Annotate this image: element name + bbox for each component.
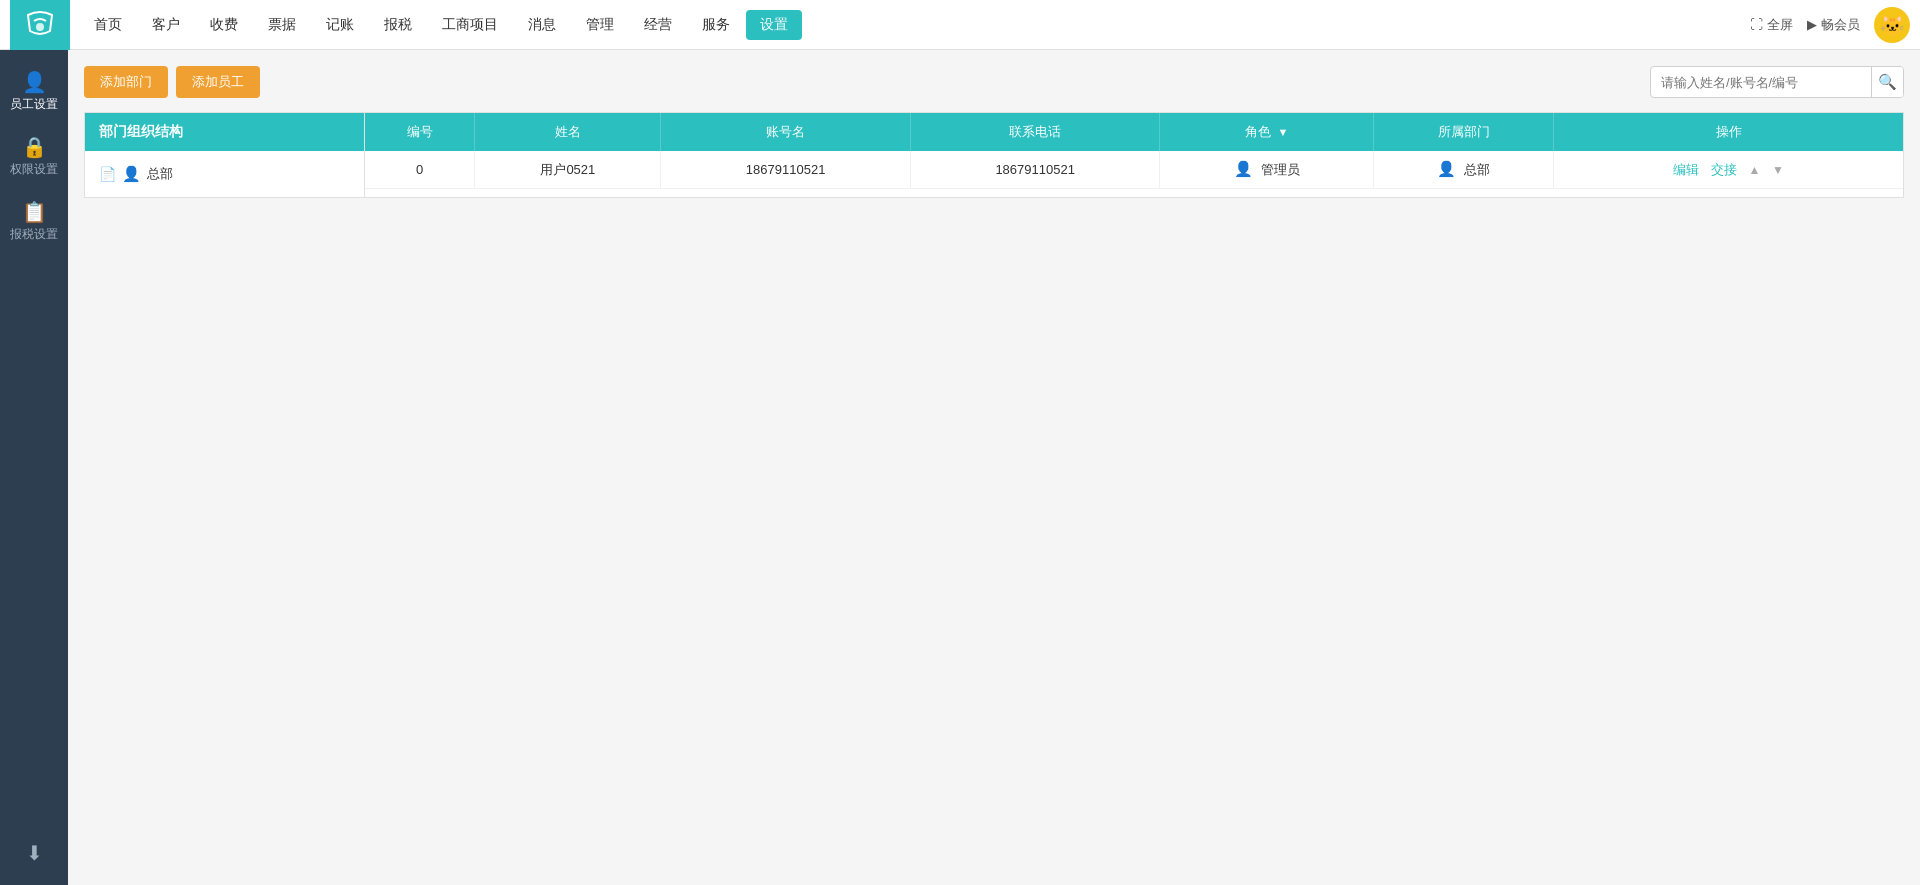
cell-account: 18679110521 bbox=[661, 151, 911, 189]
sidebar-bottom: ⬇ bbox=[0, 831, 68, 885]
fullscreen-label: 全屏 bbox=[1767, 16, 1793, 34]
sidebar-download-button[interactable]: ⬇ bbox=[0, 831, 68, 875]
file-icon: 📄 bbox=[99, 166, 116, 182]
add-staff-button[interactable]: 添加员工 bbox=[176, 66, 260, 98]
topnav: 首页 客户 收费 票据 记账 报税 工商项目 消息 管理 经营 服务 设置 ⛶ … bbox=[0, 0, 1920, 50]
sidebar-item-employee-label: 员工设置 bbox=[10, 96, 58, 113]
cell-role: 👤 管理员 bbox=[1160, 151, 1374, 189]
permission-icon: 🔒 bbox=[22, 137, 47, 157]
role-label: 管理员 bbox=[1261, 162, 1300, 177]
topnav-right: ⛶ 全屏 ▶ 畅会员 🐱 bbox=[1750, 7, 1910, 43]
topnav-tax[interactable]: 报税 bbox=[370, 10, 426, 40]
dept-tree: 📄 👤 总部 bbox=[85, 151, 364, 197]
add-dept-button[interactable]: 添加部门 bbox=[84, 66, 168, 98]
col-header-dept: 所属部门 bbox=[1374, 113, 1554, 151]
vip-label: 畅会员 bbox=[1821, 16, 1860, 34]
topnav-service[interactable]: 服务 bbox=[688, 10, 744, 40]
topnav-business[interactable]: 工商项目 bbox=[428, 10, 512, 40]
col-header-role[interactable]: 角色 ▼ bbox=[1160, 113, 1374, 151]
cell-name: 用户0521 bbox=[475, 151, 661, 189]
dept-user-icon: 👤 bbox=[122, 165, 141, 183]
cell-id: 0 bbox=[365, 151, 475, 189]
table-header-row: 编号 姓名 账号名 联系电话 角色 ▼ 所属部门 操作 bbox=[365, 113, 1903, 151]
fullscreen-icon: ⛶ bbox=[1750, 17, 1763, 32]
scroll-up-button[interactable]: ▲ bbox=[1744, 161, 1764, 179]
cell-dept: 👤 总部 bbox=[1374, 151, 1554, 189]
left-panel: 部门组织结构 📄 👤 总部 bbox=[85, 113, 365, 197]
app-logo[interactable] bbox=[10, 0, 70, 50]
data-table: 编号 姓名 账号名 联系电话 角色 ▼ 所属部门 操作 bbox=[365, 113, 1903, 189]
topnav-manage[interactable]: 管理 bbox=[572, 10, 628, 40]
search-box: 🔍 bbox=[1650, 66, 1904, 98]
cell-phone: 18679110521 bbox=[910, 151, 1160, 189]
edit-link[interactable]: 编辑 bbox=[1673, 162, 1699, 177]
vip-icon: ▶ bbox=[1807, 17, 1817, 32]
topnav-message[interactable]: 消息 bbox=[514, 10, 570, 40]
vip-button[interactable]: ▶ 畅会员 bbox=[1807, 16, 1860, 34]
content-area: 添加部门 添加员工 🔍 部门组织结构 📄 👤 总部 bbox=[68, 50, 1920, 885]
search-input[interactable] bbox=[1651, 75, 1871, 90]
topnav-invoice[interactable]: 票据 bbox=[254, 10, 310, 40]
topnav-items: 首页 客户 收费 票据 记账 报税 工商项目 消息 管理 经营 服务 设置 bbox=[80, 10, 1750, 40]
main-layout: 👤 员工设置 🔒 权限设置 📋 报税设置 ⬇ 添加部门 添加员工 🔍 bbox=[0, 50, 1920, 885]
taxsettings-icon: 📋 bbox=[22, 202, 47, 222]
table-row: 0 用户0521 18679110521 18679110521 👤 管理员 👤… bbox=[365, 151, 1903, 189]
dept-label: 总部 bbox=[1464, 162, 1490, 177]
sidebar-item-permission-label: 权限设置 bbox=[10, 161, 58, 178]
sidebar-item-permission[interactable]: 🔒 权限设置 bbox=[0, 125, 68, 190]
right-panel: 编号 姓名 账号名 联系电话 角色 ▼ 所属部门 操作 bbox=[365, 113, 1903, 197]
topnav-account[interactable]: 记账 bbox=[312, 10, 368, 40]
col-header-account: 账号名 bbox=[661, 113, 911, 151]
table-area: 部门组织结构 📄 👤 总部 编号 姓名 账号名 bbox=[84, 112, 1904, 198]
scroll-down-button[interactable]: ▼ bbox=[1768, 161, 1788, 179]
sidebar-item-taxsettings[interactable]: 📋 报税设置 bbox=[0, 190, 68, 255]
col-header-id: 编号 bbox=[365, 113, 475, 151]
svg-point-0 bbox=[36, 23, 44, 31]
sidebar-item-taxsettings-label: 报税设置 bbox=[10, 226, 58, 243]
employee-icon: 👤 bbox=[22, 72, 47, 92]
topnav-fee[interactable]: 收费 bbox=[196, 10, 252, 40]
search-icon: 🔍 bbox=[1878, 73, 1897, 91]
dept-panel-header: 部门组织结构 bbox=[85, 113, 364, 151]
topnav-operation[interactable]: 经营 bbox=[630, 10, 686, 40]
topnav-home[interactable]: 首页 bbox=[80, 10, 136, 40]
download-icon: ⬇ bbox=[26, 843, 43, 863]
col-header-name: 姓名 bbox=[475, 113, 661, 151]
col-role-label: 角色 bbox=[1245, 124, 1271, 139]
search-button[interactable]: 🔍 bbox=[1871, 66, 1903, 98]
col-header-ops: 操作 bbox=[1554, 113, 1903, 151]
col-header-phone: 联系电话 bbox=[910, 113, 1160, 151]
topnav-settings[interactable]: 设置 bbox=[746, 10, 802, 40]
sidebar-item-employee[interactable]: 👤 员工设置 bbox=[0, 60, 68, 125]
fullscreen-button[interactable]: ⛶ 全屏 bbox=[1750, 16, 1793, 34]
topnav-customer[interactable]: 客户 bbox=[138, 10, 194, 40]
user-avatar[interactable]: 🐱 bbox=[1874, 7, 1910, 43]
toolbar: 添加部门 添加员工 🔍 bbox=[84, 66, 1904, 98]
sidebar: 👤 员工设置 🔒 权限设置 📋 报税设置 ⬇ bbox=[0, 50, 68, 885]
dept-item-general[interactable]: 📄 👤 总部 bbox=[95, 159, 354, 189]
dept-user-icon-cell: 👤 bbox=[1437, 160, 1456, 177]
role-user-icon: 👤 bbox=[1234, 160, 1253, 177]
dept-name: 总部 bbox=[147, 165, 173, 183]
cell-ops: 编辑 交接 ▲ ▼ bbox=[1554, 151, 1903, 189]
handover-link[interactable]: 交接 bbox=[1711, 162, 1737, 177]
filter-icon: ▼ bbox=[1278, 126, 1289, 138]
